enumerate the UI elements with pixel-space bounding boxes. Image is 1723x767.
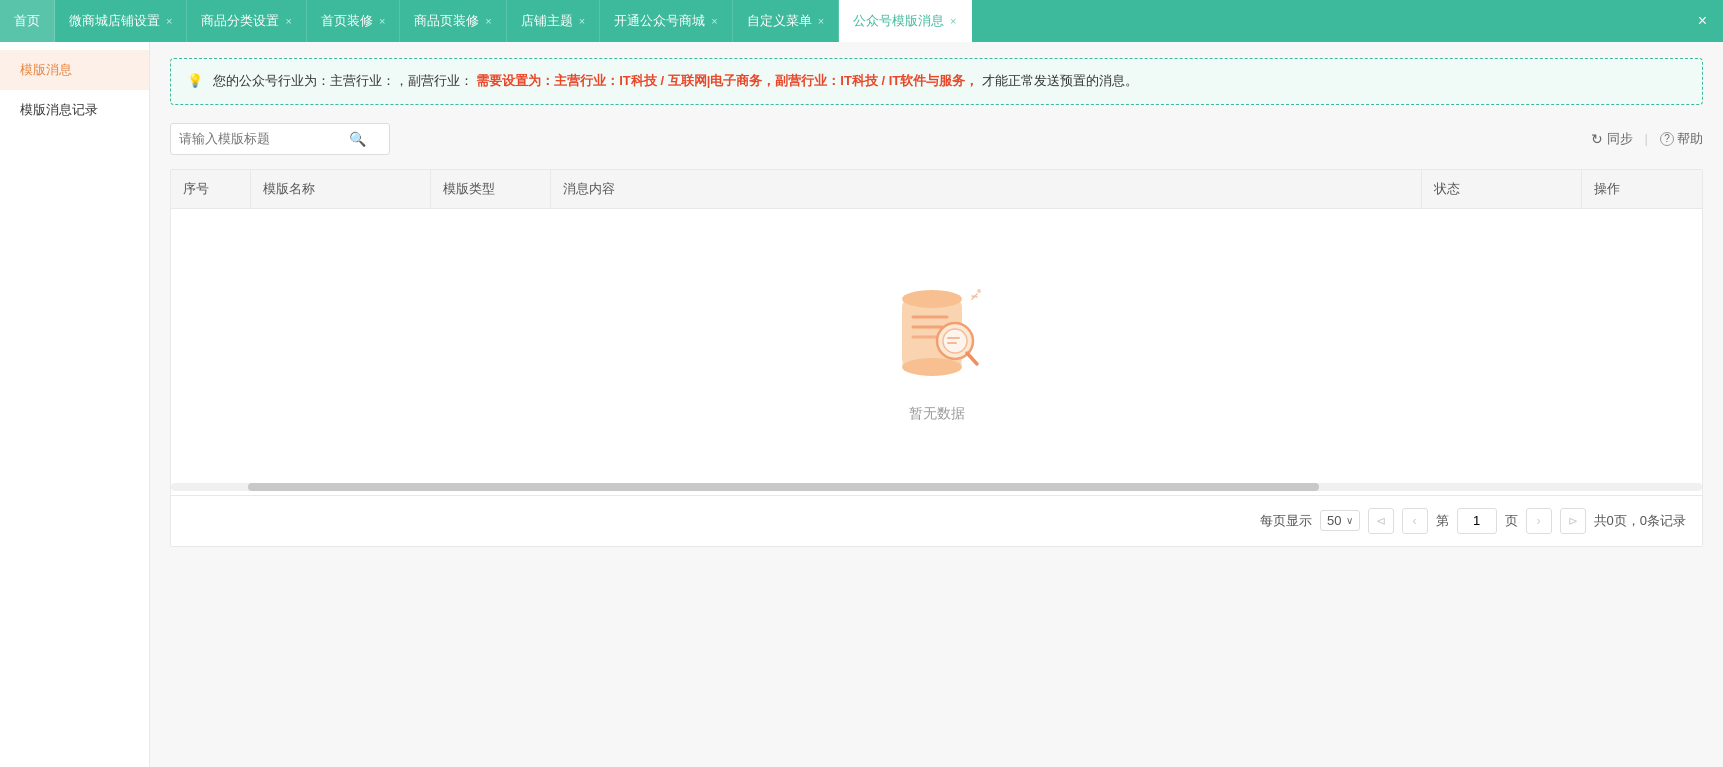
prev-page-button[interactable]: ‹ xyxy=(1402,508,1428,534)
pagination: 每页显示 50 ∨ ⊲ ‹ 第 页 › ⊳ 共0页，0条记录 xyxy=(171,495,1702,546)
help-icon: ? xyxy=(1660,132,1674,146)
tab-product-category-label: 商品分类设置 xyxy=(201,12,279,30)
col-status: 状态 xyxy=(1422,170,1582,208)
chevron-down-icon: ∨ xyxy=(1346,515,1353,526)
page-label: 第 xyxy=(1436,512,1449,530)
svg-point-14 xyxy=(977,289,981,293)
close-icon[interactable]: × xyxy=(711,15,717,27)
tab-home-label: 首页 xyxy=(14,12,40,30)
page-number-input[interactable] xyxy=(1457,508,1497,534)
sidebar-item-template-msg-record-label: 模版消息记录 xyxy=(20,102,98,117)
notice-text-prefix: 您的公众号行业为：主营行业：，副营行业： xyxy=(213,73,473,88)
tab-product-page-decor-label: 商品页装修 xyxy=(414,12,479,30)
close-icon[interactable]: × xyxy=(579,15,585,27)
tab-custom-menu[interactable]: 自定义菜单 × xyxy=(733,0,839,42)
page-size-value: 50 xyxy=(1327,513,1341,528)
total-info: 共0页，0条记录 xyxy=(1594,512,1686,530)
col-action: 操作 xyxy=(1582,170,1702,208)
search-input-wrap[interactable]: 🔍 xyxy=(170,123,390,155)
sync-icon: ↻ xyxy=(1591,131,1603,147)
notice-box: 💡 您的公众号行业为：主营行业：，副营行业： 需要设置为：主营行业：IT科技 /… xyxy=(170,58,1703,105)
per-page-label: 每页显示 xyxy=(1260,512,1312,530)
sidebar: 模版消息 模版消息记录 xyxy=(0,42,150,767)
scrollbar-track[interactable] xyxy=(171,483,1702,491)
tab-home[interactable]: 首页 xyxy=(0,0,55,42)
svg-line-13 xyxy=(972,296,977,297)
tab-home-decor-label: 首页装修 xyxy=(321,12,373,30)
scrollbar-thumb[interactable] xyxy=(248,483,1320,491)
tab-template-msg[interactable]: 公众号模版消息 × xyxy=(839,0,971,42)
col-name: 模版名称 xyxy=(251,170,431,208)
help-label: 帮助 xyxy=(1677,130,1703,148)
col-content: 消息内容 xyxy=(551,170,1422,208)
notice-text-suffix: 才能正常发送预置的消息。 xyxy=(982,73,1138,88)
close-icon[interactable]: × xyxy=(285,15,291,27)
svg-point-3 xyxy=(902,358,962,376)
content-area: 💡 您的公众号行业为：主营行业：，副营行业： 需要设置为：主营行业：IT科技 /… xyxy=(150,42,1723,767)
global-close-button[interactable]: × xyxy=(1682,12,1723,30)
close-icon[interactable]: × xyxy=(166,15,172,27)
page-unit: 页 xyxy=(1505,512,1518,530)
close-icon[interactable]: × xyxy=(950,15,956,27)
table-header: 序号 模版名称 模版类型 消息内容 状态 操作 xyxy=(171,170,1702,209)
svg-line-9 xyxy=(967,353,977,364)
sync-label: 同步 xyxy=(1607,130,1633,148)
tab-template-msg-label: 公众号模版消息 xyxy=(853,12,944,30)
sidebar-item-template-msg-label: 模版消息 xyxy=(20,62,72,77)
svg-point-8 xyxy=(943,329,967,353)
tab-product-page-decor[interactable]: 商品页装修 × xyxy=(400,0,506,42)
tab-open-wechat-mall[interactable]: 开通公众号商城 × xyxy=(600,0,732,42)
sync-button[interactable]: ↻ 同步 xyxy=(1591,130,1633,148)
bulb-icon: 💡 xyxy=(187,73,203,88)
main-layout: 模版消息 模版消息记录 💡 您的公众号行业为：主营行业：，副营行业： 需要设置为… xyxy=(0,42,1723,767)
empty-state: 暂无数据 xyxy=(171,209,1702,483)
tab-micro-shop[interactable]: 微商城店铺设置 × xyxy=(55,0,187,42)
search-right-actions: ↻ 同步 | ? 帮助 xyxy=(1591,130,1703,148)
first-page-button[interactable]: ⊲ xyxy=(1368,508,1394,534)
notice-text-highlight: 需要设置为：主营行业：IT科技 / 互联网|电子商务，副营行业：IT科技 / I… xyxy=(476,73,978,88)
tab-open-wechat-mall-label: 开通公众号商城 xyxy=(614,12,705,30)
top-nav: 首页 微商城店铺设置 × 商品分类设置 × 首页装修 × 商品页装修 × 店铺主… xyxy=(0,0,1723,42)
tab-micro-shop-label: 微商城店铺设置 xyxy=(69,12,160,30)
tab-shop-theme[interactable]: 店铺主题 × xyxy=(507,0,600,42)
search-bar: 🔍 ↻ 同步 | ? 帮助 xyxy=(170,123,1703,155)
col-type: 模版类型 xyxy=(431,170,551,208)
help-button[interactable]: ? 帮助 xyxy=(1660,130,1703,148)
close-icon[interactable]: × xyxy=(379,15,385,27)
next-page-button[interactable]: › xyxy=(1526,508,1552,534)
divider: | xyxy=(1645,131,1648,146)
tab-custom-menu-label: 自定义菜单 xyxy=(747,12,812,30)
horizontal-scrollbar-area[interactable] xyxy=(171,483,1702,495)
sidebar-item-template-msg-record[interactable]: 模版消息记录 xyxy=(0,90,149,130)
search-icon[interactable]: 🔍 xyxy=(349,131,366,147)
sidebar-item-template-msg[interactable]: 模版消息 xyxy=(0,50,149,90)
last-page-button[interactable]: ⊳ xyxy=(1560,508,1586,534)
tab-home-decor[interactable]: 首页装修 × xyxy=(307,0,400,42)
tab-product-category[interactable]: 商品分类设置 × xyxy=(187,0,306,42)
col-index: 序号 xyxy=(171,170,251,208)
close-icon[interactable]: × xyxy=(818,15,824,27)
search-input[interactable] xyxy=(179,131,349,146)
empty-illustration xyxy=(877,269,997,389)
empty-text: 暂无数据 xyxy=(909,405,965,423)
close-icon[interactable]: × xyxy=(485,15,491,27)
svg-point-2 xyxy=(902,290,962,308)
page-size-select[interactable]: 50 ∨ xyxy=(1320,510,1359,531)
data-table: 序号 模版名称 模版类型 消息内容 状态 操作 xyxy=(170,169,1703,547)
tab-shop-theme-label: 店铺主题 xyxy=(521,12,573,30)
